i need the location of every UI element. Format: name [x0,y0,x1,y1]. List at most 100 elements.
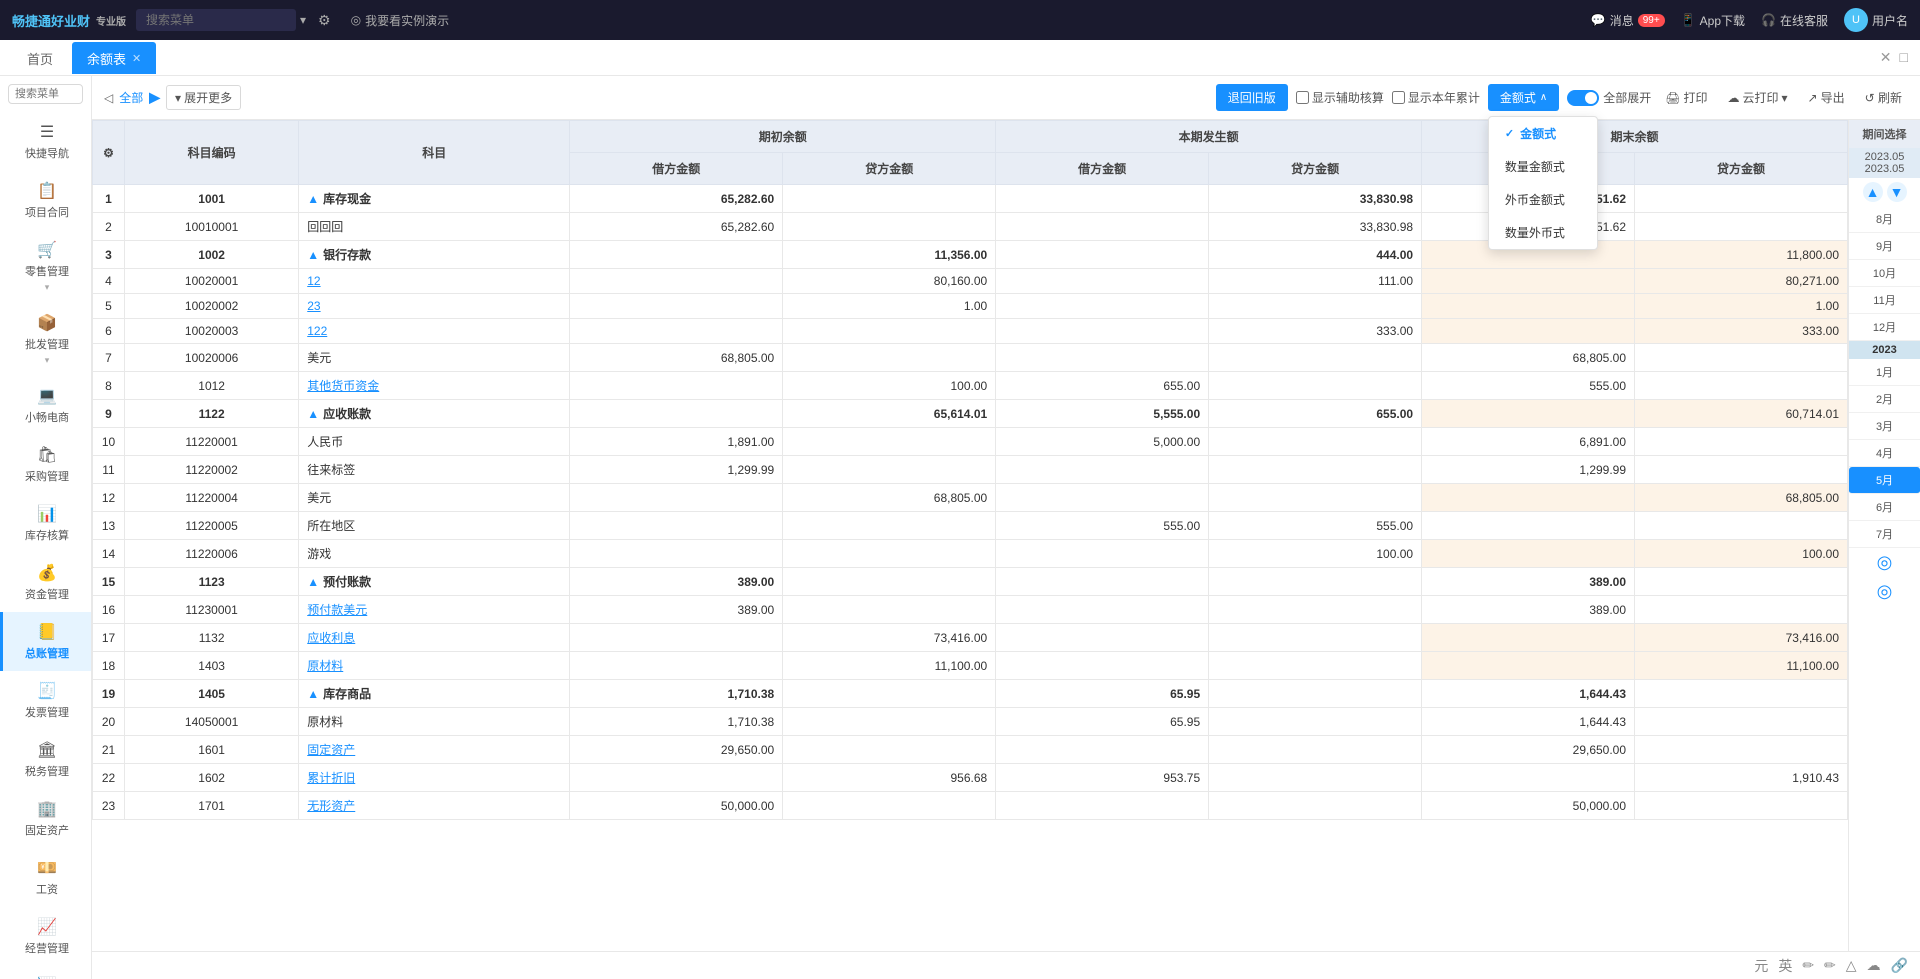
period-month-10[interactable]: 10月 [1849,260,1920,287]
sidebar-item-quick-nav[interactable]: ☰ 快捷导航 [0,112,91,171]
row-name-link[interactable]: 预付款美元 [307,603,367,617]
period-down-btn[interactable]: ▼ [1887,182,1907,202]
sidebar-search-input[interactable] [8,84,83,104]
row-name[interactable]: 预付款美元 [299,596,570,624]
status-edit2-icon[interactable]: ✏ [1824,957,1836,974]
period-month-2[interactable]: 2月 [1849,386,1920,413]
status-edit-icon[interactable]: ✏ [1802,957,1814,974]
period-expand-btn[interactable]: ◎ [1849,548,1920,577]
tab-close-icon[interactable]: ✕ [132,52,141,65]
expand-icon[interactable]: ▲ [307,248,319,262]
refresh-btn[interactable]: ↺ 刷新 [1859,85,1908,110]
row-name[interactable]: ▲库存商品 [299,680,570,708]
expand-icon[interactable]: ▲ [307,192,319,206]
row-name[interactable]: 无形资产 [299,792,570,820]
sidebar-item-salary[interactable]: 💴 工资 [0,848,91,907]
sidebar-item-tax[interactable]: 🏛 税务管理 [0,730,91,789]
status-currency-icon[interactable]: 元 [1754,956,1768,976]
row-name[interactable]: 固定资产 [299,736,570,764]
row-name-link[interactable]: 12 [307,274,320,288]
expand-more-btn[interactable]: ▾ 展开更多 [166,85,241,110]
top-search-input[interactable] [136,9,296,31]
expand-icon[interactable]: ▲ [307,687,319,701]
sidebar-item-purchase[interactable]: 🛍 采购管理 [0,435,91,494]
sidebar-item-ledger[interactable]: 📒 总账管理 [0,612,91,671]
status-cloud-icon[interactable]: ☁ [1867,957,1881,974]
tab-minimize-icon[interactable]: ✕ [1880,49,1892,66]
row-name[interactable]: 累计折旧 [299,764,570,792]
row-name-link[interactable]: 无形资产 [307,799,355,813]
top-search-dropdown-icon[interactable]: ▾ [300,13,306,27]
row-name-link[interactable]: 固定资产 [307,743,355,757]
demo-link[interactable]: 我要看实例演示 [351,12,450,29]
period-month-11[interactable]: 11月 [1849,287,1920,314]
app-download-btn[interactable]: 📱 App下载 [1681,12,1745,29]
auxiliary-input[interactable] [1296,91,1309,104]
settings-col-header[interactable]: ⚙ [93,121,125,185]
rollback-btn[interactable]: 退回旧版 [1216,84,1288,111]
expand-all-toggle[interactable] [1567,90,1599,106]
mode-option-qty-foreign[interactable]: 数量外币式 [1489,216,1597,249]
sidebar-item-ecommerce[interactable]: 💻 小畅电商 [0,376,91,435]
period-month-4[interactable]: 4月 [1849,440,1920,467]
top-gear-icon[interactable]: ⚙ [318,12,331,29]
mode-option-foreign-amount[interactable]: 外币金额式 [1489,183,1597,216]
row-name-link[interactable]: 23 [307,299,320,313]
period-month-12[interactable]: 12月 [1849,314,1920,341]
sidebar-item-inventory[interactable]: 📊 库存核算 [0,494,91,553]
mode-btn[interactable]: 金额式 ∧ [1488,84,1559,111]
user-area[interactable]: U 用户名 [1844,8,1908,32]
row-name-link[interactable]: 122 [307,324,327,338]
row-name-link[interactable]: 应收利息 [307,631,355,645]
sidebar-item-retail[interactable]: 🛒 零售管理 ▾ [0,230,91,303]
online-service-btn[interactable]: 🎧 在线客服 [1761,12,1828,29]
row-name-link[interactable]: 累计折旧 [307,771,355,785]
print-btn[interactable]: 🖨 打印 [1659,85,1713,110]
breadcrumb-back-btn[interactable]: ◁ [104,91,113,105]
period-month-5[interactable]: 5月 [1849,467,1920,494]
period-collapse-btn[interactable]: ◎ [1849,577,1920,606]
row-name[interactable]: 应收利息 [299,624,570,652]
mode-option-amount[interactable]: ✓ 金额式 [1489,117,1597,150]
period-month-1[interactable]: 1月 [1849,359,1920,386]
period-month-8[interactable]: 8月 [1849,206,1920,233]
breadcrumb-arrow-icon[interactable]: ▶ [149,89,160,106]
tab-home[interactable]: 首页 [12,42,68,74]
row-name[interactable]: 23 [299,294,570,319]
row-name[interactable]: 12 [299,269,570,294]
expand-icon[interactable]: ▲ [307,407,319,421]
mode-option-qty-amount[interactable]: 数量金额式 [1489,150,1597,183]
row-name[interactable]: 原材料 [299,652,570,680]
tab-maximize-icon[interactable]: □ [1900,49,1908,66]
status-lang-icon[interactable]: 英 [1778,956,1792,976]
tab-balance[interactable]: 余额表 ✕ [72,42,156,74]
settings-icon[interactable]: ⚙ [103,146,114,160]
row-name[interactable]: 其他货币资金 [299,372,570,400]
status-triangle-icon[interactable]: △ [1846,957,1857,974]
expand-icon[interactable]: ▲ [307,575,319,589]
row-name-link[interactable]: 其他货币资金 [307,379,379,393]
sidebar-item-report[interactable]: 📉 小畅报销 [0,966,91,979]
sidebar-item-assets[interactable]: 🏢 固定资产 [0,789,91,848]
row-name[interactable]: ▲库存现金 [299,185,570,213]
ytd-input[interactable] [1392,91,1405,104]
period-month-6[interactable]: 6月 [1849,494,1920,521]
cloud-print-btn[interactable]: ☁ 云打印 ▾ [1721,85,1793,110]
period-month-7[interactable]: 7月 [1849,521,1920,548]
period-up-btn[interactable]: ▲ [1863,182,1883,202]
row-name[interactable]: 122 [299,319,570,344]
export-btn[interactable]: ↗ 导出 [1802,85,1851,110]
row-name[interactable]: ▲应收账款 [299,400,570,428]
sidebar-item-wholesale[interactable]: 📦 批发管理 ▾ [0,303,91,376]
message-btn[interactable]: 💬 消息 99+ [1591,12,1665,29]
sidebar-item-invoice[interactable]: 🧾 发票管理 [0,671,91,730]
row-name[interactable]: ▲银行存款 [299,241,570,269]
sidebar-item-operation[interactable]: 📈 经营管理 [0,907,91,966]
period-month-9[interactable]: 9月 [1849,233,1920,260]
show-auxiliary-checkbox[interactable]: 显示辅助核算 [1296,89,1384,106]
row-name-link[interactable]: 原材料 [307,659,343,673]
period-month-3[interactable]: 3月 [1849,413,1920,440]
sidebar-item-project[interactable]: 📋 项目合同 [0,171,91,230]
status-link-icon[interactable]: 🔗 [1891,957,1908,974]
show-ytd-checkbox[interactable]: 显示本年累计 [1392,89,1480,106]
